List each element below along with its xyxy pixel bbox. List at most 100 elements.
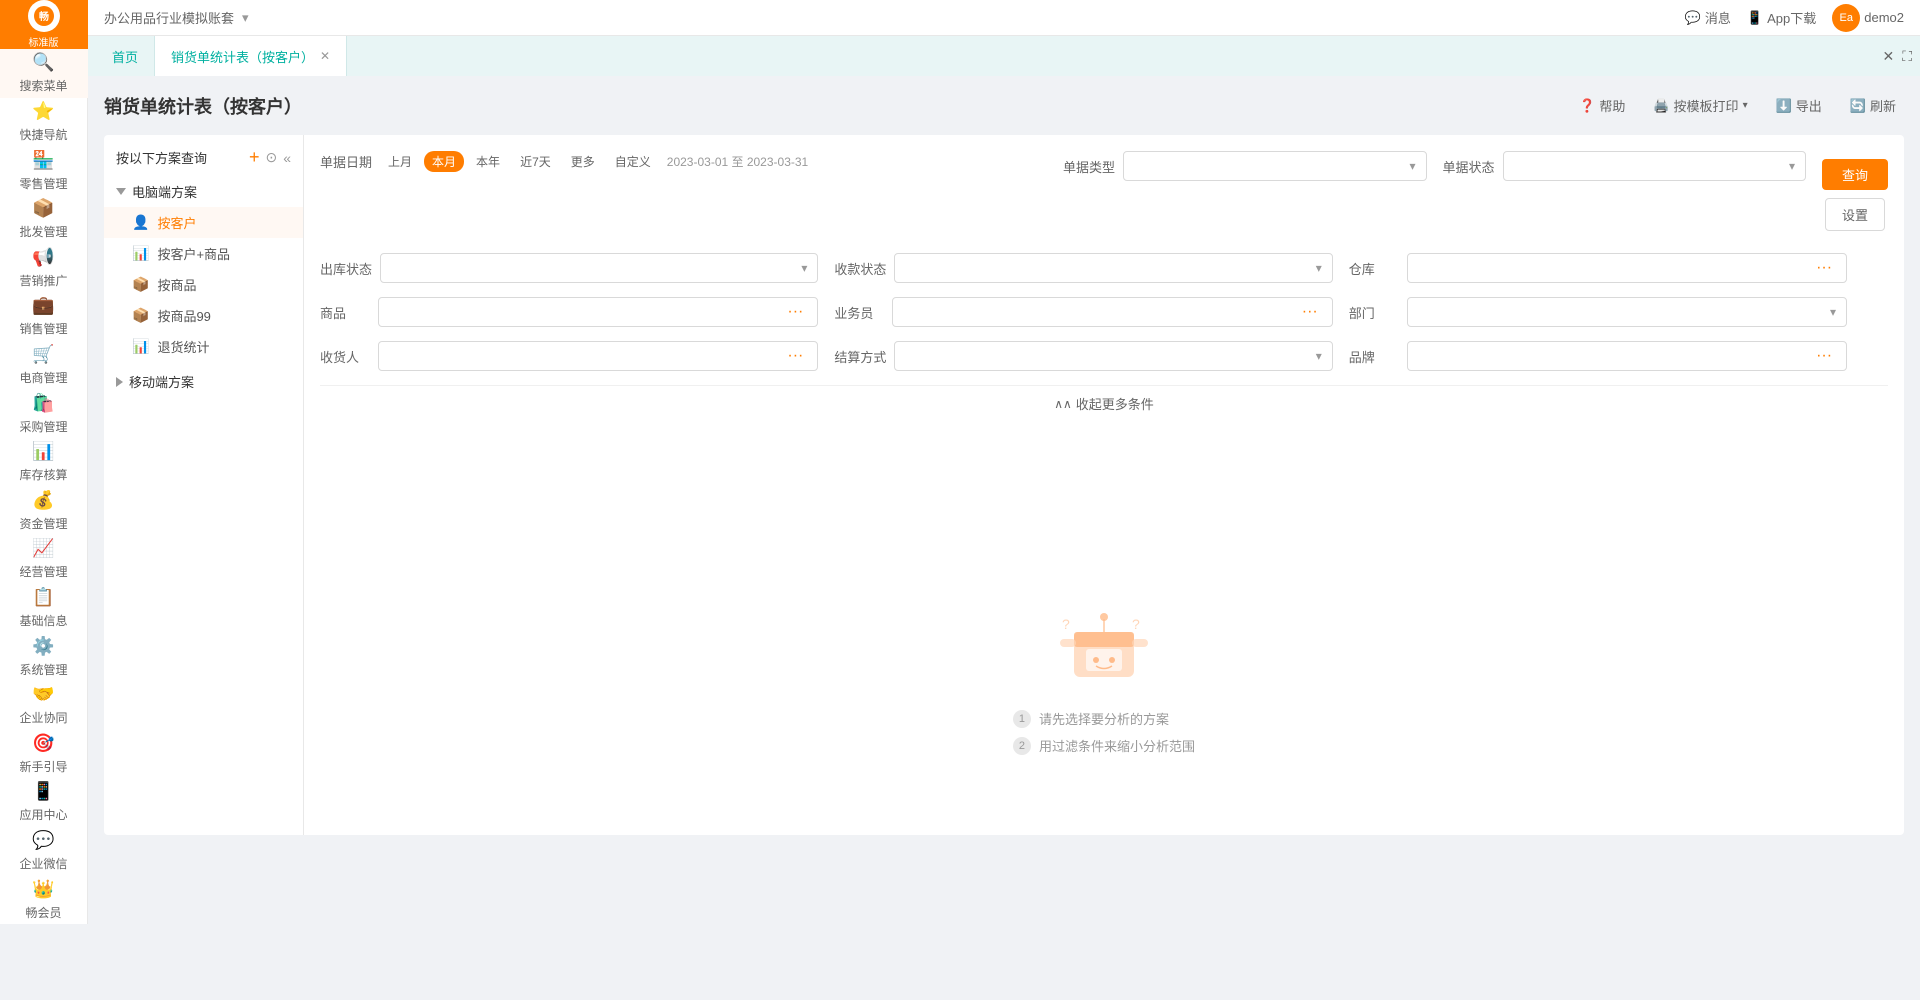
customer-scheme-icon: 👤 [132,214,149,231]
sidebar-item-vip[interactable]: 👑 畅会员 [0,875,88,924]
close-window-icon[interactable]: ✕ [1882,48,1894,65]
mobile-section-expand-icon [116,377,123,387]
settlement-filter: 结算方式 ▾ [834,341,1332,371]
app-download-label: App下载 [1767,8,1816,27]
user-profile[interactable]: Ea demo2 [1832,4,1904,32]
salesperson-select[interactable]: ··· [892,297,1332,327]
query-button[interactable]: 查询 [1822,159,1888,190]
settings-button[interactable]: 设置 [1825,198,1885,231]
user-avatar: Ea [1832,4,1860,32]
page-title: 销货单统计表（按客户） [104,93,302,119]
scheme-add-button[interactable]: + [249,147,260,168]
tab-home[interactable]: 首页 [96,36,155,76]
sidebar-item-vip-label: 畅会员 [25,904,61,921]
brand-select[interactable]: ··· [1407,341,1847,371]
goods-scheme-icon: 📦 [132,276,149,293]
sidebar-item-search[interactable]: 🔍 搜索菜单 [0,49,88,98]
scheme-panel-title: 按以下方案查询 [116,148,207,167]
help-button[interactable]: ❓ 帮助 [1571,92,1633,119]
sidebar-item-ecommerce[interactable]: 🛒 电商管理 [0,341,88,390]
payment-status-label: 收款状态 [834,259,886,278]
scheme-item-by-customer[interactable]: 👤 按客户 [104,207,303,238]
scheme-item-by-customer-goods[interactable]: 📊 按客户+商品 [104,238,303,269]
brand-more-icon[interactable]: ··· [1812,347,1836,365]
sidebar-item-marketing[interactable]: 📢 营销推广 [0,243,88,292]
date-tab-last-7-days[interactable]: 近7天 [512,151,559,172]
payment-status-select[interactable]: ▾ [894,253,1332,283]
sidebar-item-finance[interactable]: 💰 资金管理 [0,486,88,535]
order-status-label: 单据状态 [1443,157,1495,176]
department-select[interactable]: ▾ [1407,297,1847,327]
salesperson-more-icon[interactable]: ··· [1298,303,1322,321]
sidebar-item-retail[interactable]: 🏪 零售管理 [0,146,88,195]
scheme-item-by-goods-99[interactable]: 📦 按商品99 [104,300,303,331]
warehouse-select[interactable]: ··· [1407,253,1847,283]
collapse-filters-button[interactable]: ∧∧ 收起更多条件 [320,385,1888,421]
goods-more-icon[interactable]: ··· [783,303,807,321]
date-tab-more[interactable]: 更多 [563,151,603,172]
date-tab-last-month[interactable]: 上月 [380,151,420,172]
svg-text:畅: 畅 [39,10,49,23]
sidebar-item-enterprise[interactable]: 🤝 企业协同 [0,681,88,730]
scheme-settings-button[interactable]: ⊙ [265,149,277,166]
finance-icon: 💰 [32,490,54,511]
scheme-item-by-customer-label: 按客户 [157,213,196,232]
app-center-icon: 📱 [32,781,54,802]
app-download-button[interactable]: 📱 App下载 [1747,8,1816,27]
settlement-chevron-icon: ▾ [1316,349,1322,363]
tab-close-button[interactable]: ✕ [320,49,330,63]
sidebar-item-system[interactable]: ⚙️ 系统管理 [0,632,88,681]
scheme-item-by-goods[interactable]: 📦 按商品 [104,269,303,300]
sidebar-item-inventory[interactable]: 📊 库存核算 [0,438,88,487]
template-print-button[interactable]: 🖨️ 按模板打印 ▾ [1645,92,1755,119]
scheme-item-by-goods-99-label: 按商品99 [157,306,210,325]
receiver-filter: 收货人 ··· [320,341,818,371]
sidebar-item-app-center[interactable]: 📱 应用中心 [0,778,88,827]
sidebar-item-new-guide[interactable]: 🎯 新手引导 [0,730,88,779]
scheme-item-return-stats-label: 退货统计 [157,337,209,356]
order-type-label: 单据类型 [1063,157,1115,176]
export-button[interactable]: ⬇️ 导出 [1768,92,1830,119]
sales-stats-tab-label: 销货单统计表（按客户） [171,47,314,66]
date-tab-custom[interactable]: 自定义 [607,151,659,172]
goods-select[interactable]: ··· [378,297,818,327]
refresh-button[interactable]: 🔄 刷新 [1842,92,1904,119]
receiver-select[interactable]: ··· [378,341,818,371]
sidebar-item-app-center-label: 应用中心 [19,806,67,823]
sidebar-item-finance-label: 资金管理 [19,515,67,532]
warehouse-more-icon[interactable]: ··· [1812,259,1836,277]
help-label: 帮助 [1599,96,1625,115]
empty-tip-2: 2 用过滤条件来缩小分析范围 [1013,736,1195,755]
system-icon: ⚙️ [32,636,54,657]
sidebar-item-sales[interactable]: 💼 销售管理 [0,292,88,341]
scheme-section-pc-header[interactable]: 电脑端方案 [104,176,303,207]
maximize-window-icon[interactable]: ⛶ [1902,48,1912,65]
tab-sales-stats[interactable]: 销货单统计表（按客户） ✕ [155,36,347,76]
receiver-more-icon[interactable]: ··· [783,347,807,365]
sidebar-item-operations[interactable]: 📈 经营管理 [0,535,88,584]
sidebar-item-enterprise-wechat[interactable]: 💬 企业微信 [0,827,88,876]
settlement-select[interactable]: ▾ [894,341,1332,371]
scheme-collapse-button[interactable]: « [283,150,291,166]
order-status-select[interactable]: ▾ [1503,151,1806,181]
date-tab-this-month[interactable]: 本月 [424,151,464,172]
order-type-chevron-icon: ▾ [1409,159,1415,173]
order-type-select[interactable]: ▾ [1123,151,1426,181]
scheme-item-return-stats[interactable]: 📊 退货统计 [104,331,303,362]
sidebar-item-basic-info[interactable]: 📋 基础信息 [0,584,88,633]
message-button[interactable]: 💬 消息 [1685,8,1731,27]
payment-status-filter: 收款状态 ▾ [834,253,1332,283]
sidebar-item-quick-nav[interactable]: ⭐ 快捷导航 [0,98,88,147]
sidebar-item-wholesale[interactable]: 📦 批发管理 [0,195,88,244]
topbar-dropdown-icon[interactable]: ▾ [242,10,249,26]
out-status-select[interactable]: ▾ [380,253,818,283]
app-logo[interactable]: 畅 标准版 [0,0,88,49]
department-filter: 部门 ▾ [1349,297,1847,327]
scheme-section-mobile: 移动端方案 [104,366,303,397]
scheme-section-mobile-header[interactable]: 移动端方案 [104,366,303,397]
brand-label: 品牌 [1349,347,1399,366]
sidebar-item-purchase[interactable]: 🛍️ 采购管理 [0,389,88,438]
date-range-display: 2023-03-01 至 2023-03-31 [667,153,808,170]
date-tab-this-year[interactable]: 本年 [468,151,508,172]
basic-info-icon: 📋 [32,587,54,608]
